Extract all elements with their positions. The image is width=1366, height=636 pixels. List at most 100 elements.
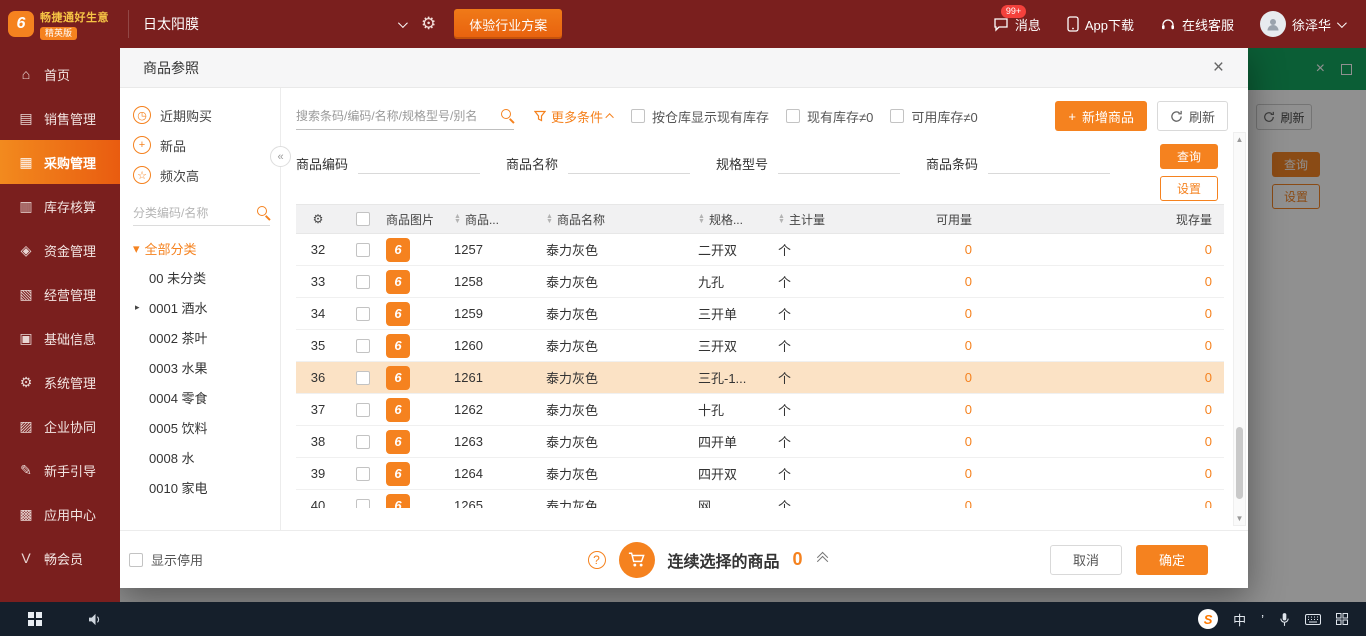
sort-icon[interactable]: ▲ ▼ bbox=[778, 213, 785, 225]
stock-qty[interactable]: 0 bbox=[972, 306, 1224, 321]
product-search-input[interactable] bbox=[296, 108, 497, 123]
sidebar-item-11[interactable]: V 畅会员 bbox=[0, 536, 120, 580]
query-button[interactable]: 查询 bbox=[1160, 144, 1218, 169]
category-item-3[interactable]: 0003 水果 bbox=[133, 352, 270, 382]
refresh-button[interactable]: 刷新 bbox=[1156, 101, 1228, 131]
volume-icon[interactable] bbox=[88, 613, 103, 626]
sogou-ime-icon[interactable]: S bbox=[1198, 609, 1219, 629]
stock-filter-2[interactable]: 可用库存≠0 bbox=[890, 107, 978, 126]
ime-punctuation-toggle[interactable]: ’ bbox=[1261, 612, 1264, 627]
sidebar-item-10[interactable]: ▩ 应用中心 bbox=[0, 492, 120, 536]
scrollbar-thumb[interactable] bbox=[1236, 427, 1243, 499]
sort-icon[interactable]: ▲ ▼ bbox=[454, 213, 461, 225]
table-row[interactable]: 40 6 1265 泰力灰色 网... 个 0 0 bbox=[296, 490, 1224, 508]
user-menu[interactable]: 徐泽华 bbox=[1259, 11, 1347, 37]
available-qty[interactable]: 0 bbox=[870, 370, 972, 385]
checkbox[interactable] bbox=[890, 109, 905, 123]
row-checkbox[interactable] bbox=[356, 434, 370, 449]
row-checkbox[interactable] bbox=[356, 242, 370, 257]
show-disabled-toggle[interactable]: 显示停用 bbox=[129, 550, 203, 569]
show-disabled-checkbox[interactable] bbox=[129, 552, 143, 567]
sidebar-item-5[interactable]: ▧ 经营管理 bbox=[0, 272, 120, 316]
stock-filter-0[interactable]: 按仓库显示现有库存 bbox=[631, 107, 769, 126]
row-checkbox[interactable] bbox=[356, 402, 370, 417]
close-icon[interactable]: × bbox=[1213, 58, 1224, 77]
quick-filter-0[interactable]: ◷ 近期购买 bbox=[133, 100, 270, 130]
category-item-4[interactable]: 0004 零食 bbox=[133, 382, 270, 412]
help-icon[interactable]: ? bbox=[587, 550, 606, 569]
app-download-button[interactable]: App下载 bbox=[1067, 15, 1134, 34]
gear-icon[interactable]: ⚙ bbox=[421, 14, 436, 34]
stock-qty[interactable]: 0 bbox=[972, 498, 1224, 508]
available-qty[interactable]: 0 bbox=[870, 274, 972, 289]
category-search-input[interactable] bbox=[133, 205, 253, 220]
sidebar-item-9[interactable]: ✎ 新手引导 bbox=[0, 448, 120, 492]
filter-field-input[interactable] bbox=[358, 152, 480, 174]
collapse-panel-icon[interactable]: « bbox=[270, 146, 291, 167]
row-checkbox[interactable] bbox=[356, 306, 370, 321]
search-icon[interactable] bbox=[257, 206, 267, 216]
table-row[interactable]: 35 6 1260 泰力灰色 三开双 个 0 0 bbox=[296, 330, 1224, 362]
column-header-4[interactable]: ▲ ▼ 主计量 bbox=[778, 211, 870, 228]
sidebar-item-2[interactable]: ▦ 采购管理 bbox=[0, 140, 120, 184]
table-row[interactable]: 34 6 1259 泰力灰色 三开单 个 0 0 bbox=[296, 298, 1224, 330]
column-header-2[interactable]: ▲ ▼ 商品名称 bbox=[546, 211, 698, 228]
collapse-selection-icon[interactable] bbox=[816, 551, 828, 567]
category-item-5[interactable]: 0005 饮料 bbox=[133, 412, 270, 442]
column-header-3[interactable]: ▲ ▼ 规格... bbox=[698, 211, 778, 228]
category-item-2[interactable]: 0002 茶叶 bbox=[133, 322, 270, 352]
cancel-button[interactable]: 取消 bbox=[1050, 544, 1122, 575]
sidebar-item-4[interactable]: ◈ 资金管理 bbox=[0, 228, 120, 272]
available-qty[interactable]: 0 bbox=[870, 402, 972, 417]
row-checkbox[interactable] bbox=[356, 466, 370, 481]
table-row[interactable]: 37 6 1262 泰力灰色 十孔 个 0 0 bbox=[296, 394, 1224, 426]
sidebar-item-6[interactable]: ▣ 基础信息 bbox=[0, 316, 120, 360]
sidebar-item-1[interactable]: ▤ 销售管理 bbox=[0, 96, 120, 140]
column-header-5[interactable]: 可用量 bbox=[870, 211, 972, 228]
sidebar-item-3[interactable]: ▥ 库存核算 bbox=[0, 184, 120, 228]
row-checkbox[interactable] bbox=[356, 274, 370, 289]
available-qty[interactable]: 0 bbox=[870, 498, 972, 508]
store-selector[interactable]: 日太阳膜 bbox=[143, 14, 408, 34]
more-filters-toggle[interactable]: 更多条件 bbox=[534, 107, 614, 126]
confirm-button[interactable]: 确定 bbox=[1136, 544, 1208, 575]
search-icon[interactable] bbox=[501, 109, 511, 119]
scroll-down-icon[interactable]: ▼ bbox=[1234, 514, 1245, 523]
table-row[interactable]: 32 6 1257 泰力灰色 二开双 个 0 0 bbox=[296, 234, 1224, 266]
table-row[interactable]: 39 6 1264 泰力灰色 四开双 个 0 0 bbox=[296, 458, 1224, 490]
filter-field-input[interactable] bbox=[568, 152, 690, 174]
sort-icon[interactable]: ▲ ▼ bbox=[546, 213, 553, 225]
vertical-scrollbar[interactable]: ▲ ▼ bbox=[1233, 132, 1246, 526]
checkbox[interactable] bbox=[786, 109, 801, 123]
ime-toolbox-icon[interactable] bbox=[1336, 613, 1348, 625]
category-item-1[interactable]: ▸ 0001 酒水 bbox=[133, 292, 270, 322]
available-qty[interactable]: 0 bbox=[870, 466, 972, 481]
microphone-icon[interactable] bbox=[1279, 612, 1290, 627]
select-all-checkbox[interactable] bbox=[356, 212, 370, 226]
category-root[interactable]: ▾ 全部分类 bbox=[133, 239, 270, 258]
filter-field-input[interactable] bbox=[988, 152, 1110, 174]
column-settings-icon[interactable]: ⚙ bbox=[296, 212, 340, 226]
quick-filter-1[interactable]: + 新品 bbox=[133, 130, 270, 160]
table-row[interactable]: 38 6 1263 泰力灰色 四开单 个 0 0 bbox=[296, 426, 1224, 458]
column-header-6[interactable]: 现存量 bbox=[972, 211, 1224, 228]
stock-qty[interactable]: 0 bbox=[972, 466, 1224, 481]
stock-qty[interactable]: 0 bbox=[972, 274, 1224, 289]
stock-qty[interactable]: 0 bbox=[972, 338, 1224, 353]
table-row[interactable]: 36 6 1261 泰力灰色 三孔-1... 个 0 0 bbox=[296, 362, 1224, 394]
stock-qty[interactable]: 0 bbox=[972, 370, 1224, 385]
settings-button[interactable]: 设置 bbox=[1160, 176, 1218, 201]
stock-filter-1[interactable]: 现有库存≠0 bbox=[786, 107, 873, 126]
stock-qty[interactable]: 0 bbox=[972, 402, 1224, 417]
available-qty[interactable]: 0 bbox=[870, 434, 972, 449]
ime-language-toggle[interactable]: 中 bbox=[1233, 610, 1246, 629]
sidebar-item-7[interactable]: ⚙ 系统管理 bbox=[0, 360, 120, 404]
available-qty[interactable]: 0 bbox=[870, 306, 972, 321]
column-header-0[interactable]: 商品图片 bbox=[386, 211, 454, 228]
available-qty[interactable]: 0 bbox=[870, 338, 972, 353]
expand-icon[interactable]: ▸ bbox=[135, 302, 140, 313]
available-qty[interactable]: 0 bbox=[870, 242, 972, 257]
column-header-1[interactable]: ▲ ▼ 商品... bbox=[454, 211, 546, 228]
sidebar-item-8[interactable]: ▨ 企业协同 bbox=[0, 404, 120, 448]
virtual-keyboard-icon[interactable] bbox=[1305, 613, 1321, 625]
